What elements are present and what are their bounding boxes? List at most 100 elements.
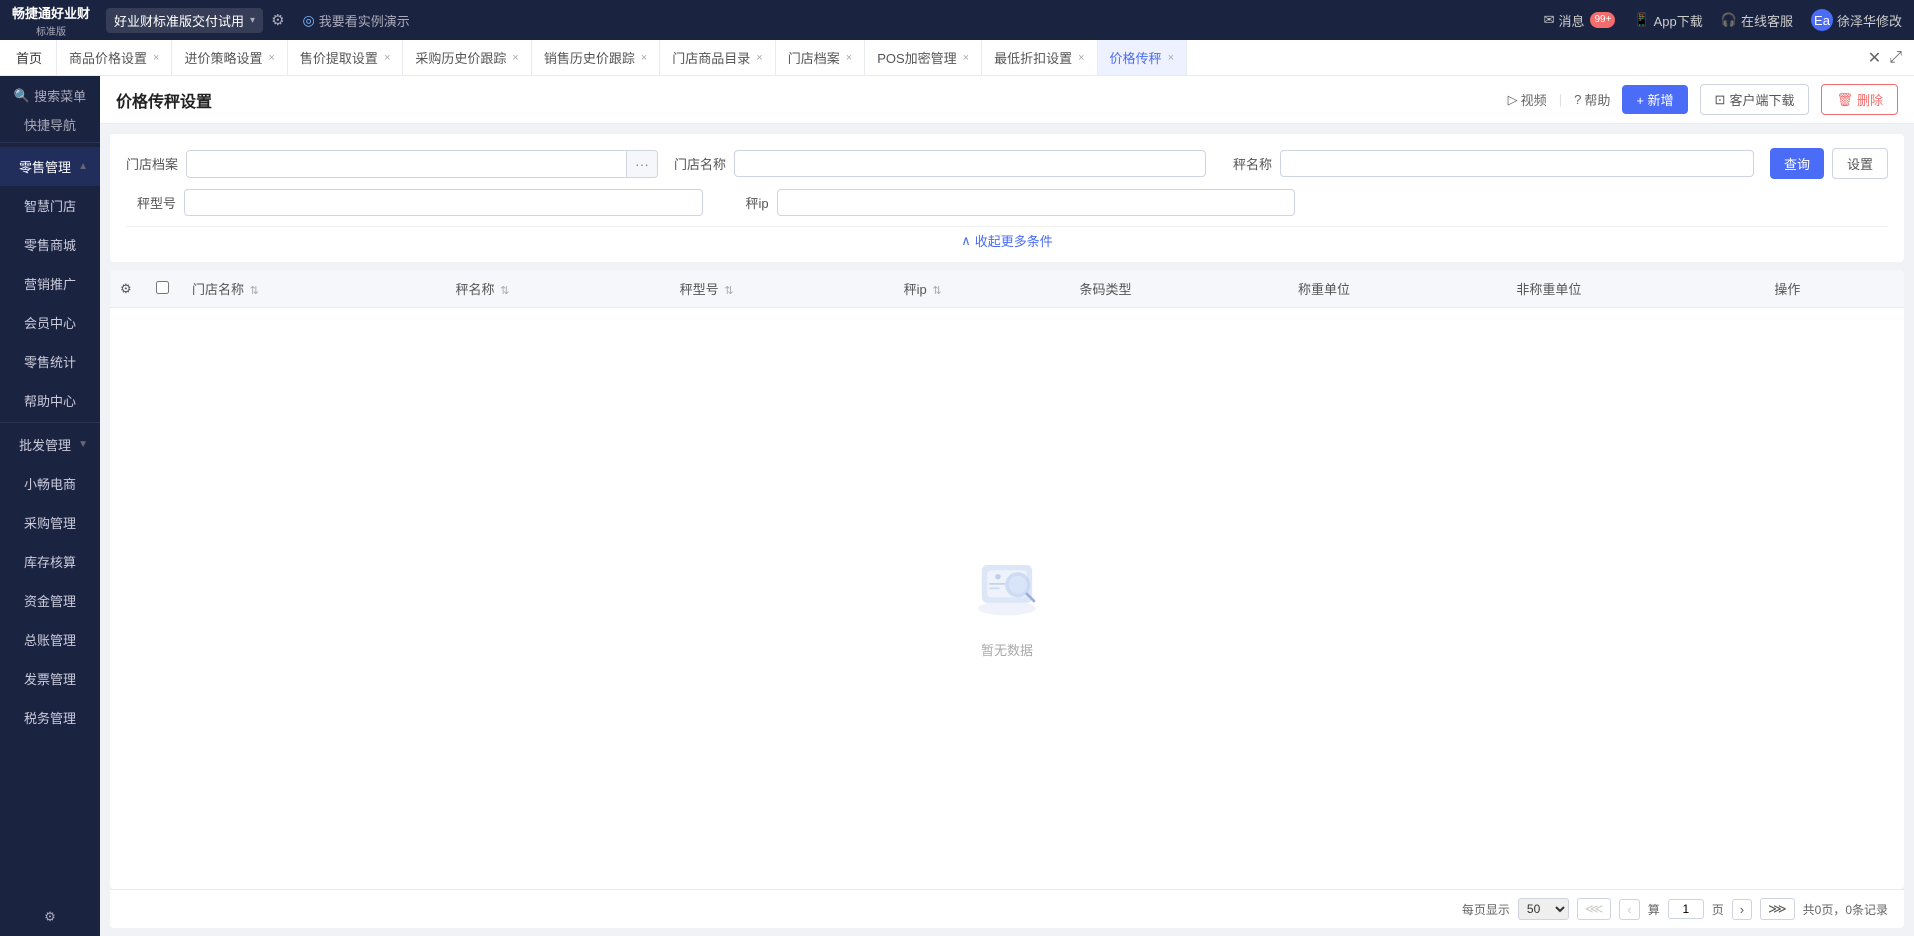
tab-store-catalog-close[interactable]: × [756,52,762,64]
tab-pos-encrypt-close[interactable]: × [963,52,969,64]
app-download-label: App下载 [1654,11,1703,30]
sidebar-item-smart-store[interactable]: 智慧门店 [0,186,100,225]
store-profile-dots-btn[interactable]: ··· [626,151,657,177]
select-all-checkbox[interactable] [156,281,169,294]
tab-price-scale-close[interactable]: × [1168,52,1174,64]
version-selector[interactable]: 好业财标准版交付试用 ▾ [106,8,263,33]
tab-price-settings-close[interactable]: × [153,52,159,64]
app-download-button[interactable]: 📱 App下载 [1633,11,1702,30]
tab-sale-history-close[interactable]: × [641,52,647,64]
sidebar-item-wholesale[interactable]: 批发管理 ▼ [0,425,100,464]
messages-badge: 99+ [1590,12,1615,28]
filter-scale-model: 秤型号 [126,189,703,216]
messages-button[interactable]: ✉ 消息 99+ [1544,11,1616,30]
tab-store-catalog-label: 门店商品目录 [672,48,750,67]
chevron-down-icon: ▼ [78,439,88,450]
sort-icon: ⇅ [932,285,941,297]
scale-ip-input[interactable] [777,189,1296,216]
tab-store-profile-close[interactable]: × [846,52,852,64]
store-profile-input[interactable] [187,151,626,176]
query-button[interactable]: 查询 [1770,148,1824,179]
tab-min-discount[interactable]: 最低折扣设置 × [982,40,1097,76]
sidebar-item-retail-stats[interactable]: 零售统计 [0,342,100,381]
last-page-btn[interactable]: ⋙ [1760,898,1795,920]
table-header-gear[interactable]: ⚙ [110,270,146,308]
operation-col-label: 操作 [1774,282,1800,297]
scale-name-input[interactable] [1280,150,1754,177]
logo-sub-text: 标准版 [36,23,66,38]
sidebar-item-member[interactable]: 会员中心 [0,303,100,342]
store-name-input[interactable] [734,150,1206,177]
set-button[interactable]: 设置 [1832,148,1888,179]
close-window-icon[interactable]: ✕ [1868,48,1881,68]
filter-action-buttons: 查询 设置 [1770,148,1888,179]
tab-purchase-history-close[interactable]: × [512,52,518,64]
tab-home-label: 首页 [16,48,42,67]
tab-pos-encrypt[interactable]: POS加密管理 × [865,40,982,76]
settings-icon: ⚙ [44,909,56,924]
user-menu[interactable]: Ea 徐泽华修改 [1811,9,1902,31]
prev-page-btn[interactable]: ‹ [1619,899,1639,920]
tab-store-catalog[interactable]: 门店商品目录 × [660,40,775,76]
query-label: 查询 [1784,154,1810,173]
help-label: 帮助 [1584,90,1610,109]
tab-sale-history[interactable]: 销售历史价跟踪 × [532,40,660,76]
add-button[interactable]: + 新增 [1622,85,1687,114]
page-input[interactable] [1668,899,1704,919]
sidebar-item-retail[interactable]: 零售管理 ▲ [0,147,100,186]
delete-button[interactable]: 🗑 删除 [1821,84,1898,115]
avatar: Ea [1811,9,1833,31]
online-service-button[interactable]: 🎧 在线客服 [1721,11,1793,30]
tab-sale-extract-close[interactable]: × [384,52,390,64]
table-header-barcode-type: 条码类型 [1069,270,1287,308]
sidebar-quick-nav[interactable]: 快捷导航 [0,111,100,143]
download-button[interactable]: ⊡ 客户端下载 [1700,84,1810,115]
demo-button[interactable]: ◎ 我要看实例演示 [303,11,410,30]
sidebar-item-purchase[interactable]: 采购管理 [0,503,100,542]
sidebar-marketing-label: 营销推广 [12,274,88,293]
video-link[interactable]: ▷ 视频 [1508,90,1547,109]
sidebar-item-marketing[interactable]: 营销推广 [0,264,100,303]
chevron-up-icon: ▲ [78,161,88,172]
tab-sale-extract[interactable]: 售价提取设置 × [288,40,403,76]
gear-icon[interactable]: ⚙ [271,11,284,29]
sidebar-help-label: 帮助中心 [12,391,88,410]
tab-store-profile[interactable]: 门店档案 × [776,40,865,76]
first-page-btn[interactable]: ⋘ [1577,898,1612,920]
sidebar-item-ledger[interactable]: 总账管理 [0,620,100,659]
tab-home[interactable]: 首页 [8,40,57,76]
per-page-label: 每页显示 [1462,901,1510,918]
delete-label: 删除 [1857,90,1883,109]
tab-min-discount-close[interactable]: × [1078,52,1084,64]
download-icon: 📱 [1633,12,1649,28]
tab-purchase-history[interactable]: 采购历史价跟踪 × [403,40,531,76]
sidebar-item-finance[interactable]: 资金管理 [0,581,100,620]
tab-price-settings[interactable]: 商品价格设置 × [57,40,172,76]
sidebar-item-retail-mall[interactable]: 零售商城 [0,225,100,264]
page-label-suffix: 页 [1712,901,1724,918]
filter-store-name: 门店名称 [674,150,1206,177]
chevron-up-icon: ∧ [961,233,971,249]
collapse-label: 收起更多条件 [975,231,1053,250]
tab-purchase-strategy-close[interactable]: × [268,52,274,64]
sidebar-retail-stats-label: 零售统计 [12,352,88,371]
sidebar-item-ecommerce[interactable]: 小畅电商 [0,464,100,503]
sidebar-search[interactable]: 🔍 搜索菜单 [0,76,100,111]
help-link[interactable]: ? 帮助 [1574,90,1610,109]
tab-price-scale[interactable]: 价格传秤 × [1098,40,1187,76]
next-page-btn[interactable]: › [1732,899,1752,920]
per-page-select[interactable]: 20 50 100 [1518,898,1569,920]
sidebar-item-tax[interactable]: 税务管理 [0,698,100,737]
play-icon: ▷ [1508,92,1518,108]
table-header-checkbox[interactable] [146,270,182,308]
tab-purchase-strategy[interactable]: 进价策略设置 × [172,40,287,76]
filter-store-profile: 门店档案 ··· [126,150,658,178]
sidebar-item-help[interactable]: 帮助中心 [0,381,100,420]
collapse-bar[interactable]: ∧ 收起更多条件 [126,226,1888,254]
sidebar-item-inventory[interactable]: 库存核算 [0,542,100,581]
sidebar-gear[interactable]: ⚙ [0,898,100,936]
scale-model-input[interactable] [184,189,703,216]
maximize-icon[interactable]: ⤢ [1889,49,1902,67]
sort-icon: ⇅ [250,285,259,297]
sidebar-item-invoice[interactable]: 发票管理 [0,659,100,698]
